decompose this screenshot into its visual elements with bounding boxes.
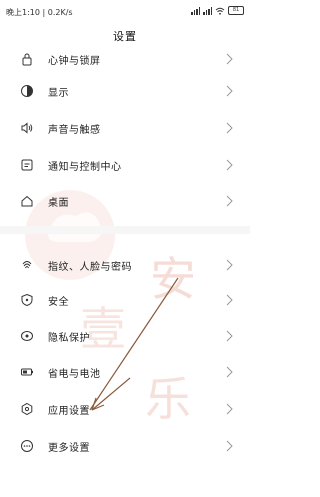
settings-row-label: 声音与触感 (48, 125, 101, 136)
battery-status-icon: 81 (228, 6, 244, 15)
chevron-right-icon (226, 330, 233, 342)
settings-row-label: 更多设置 (48, 443, 90, 454)
settings-row-lockscreen[interactable]: 心钟与锁屏 (0, 44, 250, 74)
battery-level: 81 (232, 7, 240, 13)
settings-row-label: 隐私保护 (48, 333, 90, 344)
chevron-right-icon (226, 259, 233, 271)
chevron-right-icon (226, 122, 233, 134)
settings-row-label: 心钟与锁屏 (48, 56, 101, 67)
settings-row-privacy[interactable]: 隐私保护 (0, 321, 250, 351)
settings-row-label: 应用设置 (48, 406, 90, 417)
page-title: 设置 (113, 30, 137, 43)
battery-icon (21, 368, 33, 376)
signal-icon (191, 6, 200, 15)
settings-row-label: 通知与控制中心 (48, 162, 122, 173)
settings-row-label: 指纹、人脸与密码 (48, 262, 132, 273)
status-left: 晚上1:10 | 0.2K/s (6, 7, 73, 18)
status-bar: 晚上1:10 | 0.2K/s 81 (0, 0, 250, 24)
settings-row-security[interactable]: 安全 (0, 285, 250, 315)
display-icon (21, 85, 33, 97)
settings-row-label: 安全 (48, 297, 69, 308)
settings-row-battery[interactable]: 省电与电池 (0, 357, 250, 387)
settings-row-sound[interactable]: 声音与触感 (0, 113, 250, 143)
chevron-right-icon (226, 159, 233, 171)
settings-row-label: 显示 (48, 88, 69, 99)
settings-row-notifications[interactable]: 通知与控制中心 (0, 150, 250, 180)
settings-row-fingerprint[interactable]: 指纹、人脸与密码 (0, 250, 250, 280)
chevron-right-icon (226, 53, 233, 65)
wifi-icon (215, 7, 225, 15)
lock-icon (22, 53, 32, 66)
chevron-right-icon (226, 195, 233, 207)
chevron-right-icon (226, 85, 233, 97)
settings-row-more-settings[interactable]: 更多设置 (0, 431, 250, 461)
settings-row-label: 桌面 (48, 198, 69, 209)
notification-icon (21, 159, 33, 171)
chevron-right-icon (226, 366, 233, 378)
sound-icon (21, 122, 33, 134)
home-icon (21, 195, 33, 207)
privacy-icon (21, 331, 33, 341)
chevron-right-icon (226, 403, 233, 415)
settings-row-app-settings[interactable]: 应用设置 (0, 394, 250, 424)
settings-row-desktop[interactable]: 桌面 (0, 186, 250, 216)
signal-icon-2 (203, 6, 212, 15)
settings-row-label: 省电与电池 (48, 369, 101, 380)
settings-row-display[interactable]: 显示 (0, 76, 250, 106)
fingerprint-icon (22, 261, 32, 269)
security-icon (21, 293, 33, 307)
more-settings-icon (21, 440, 33, 452)
chevron-right-icon (226, 440, 233, 452)
chevron-right-icon (226, 294, 233, 306)
app-settings-icon (21, 402, 33, 416)
status-time: 晚上1:10 (6, 8, 40, 17)
status-icons: 81 (191, 6, 244, 15)
network-speed: 0.2K/s (47, 8, 73, 17)
section-divider (0, 226, 250, 234)
